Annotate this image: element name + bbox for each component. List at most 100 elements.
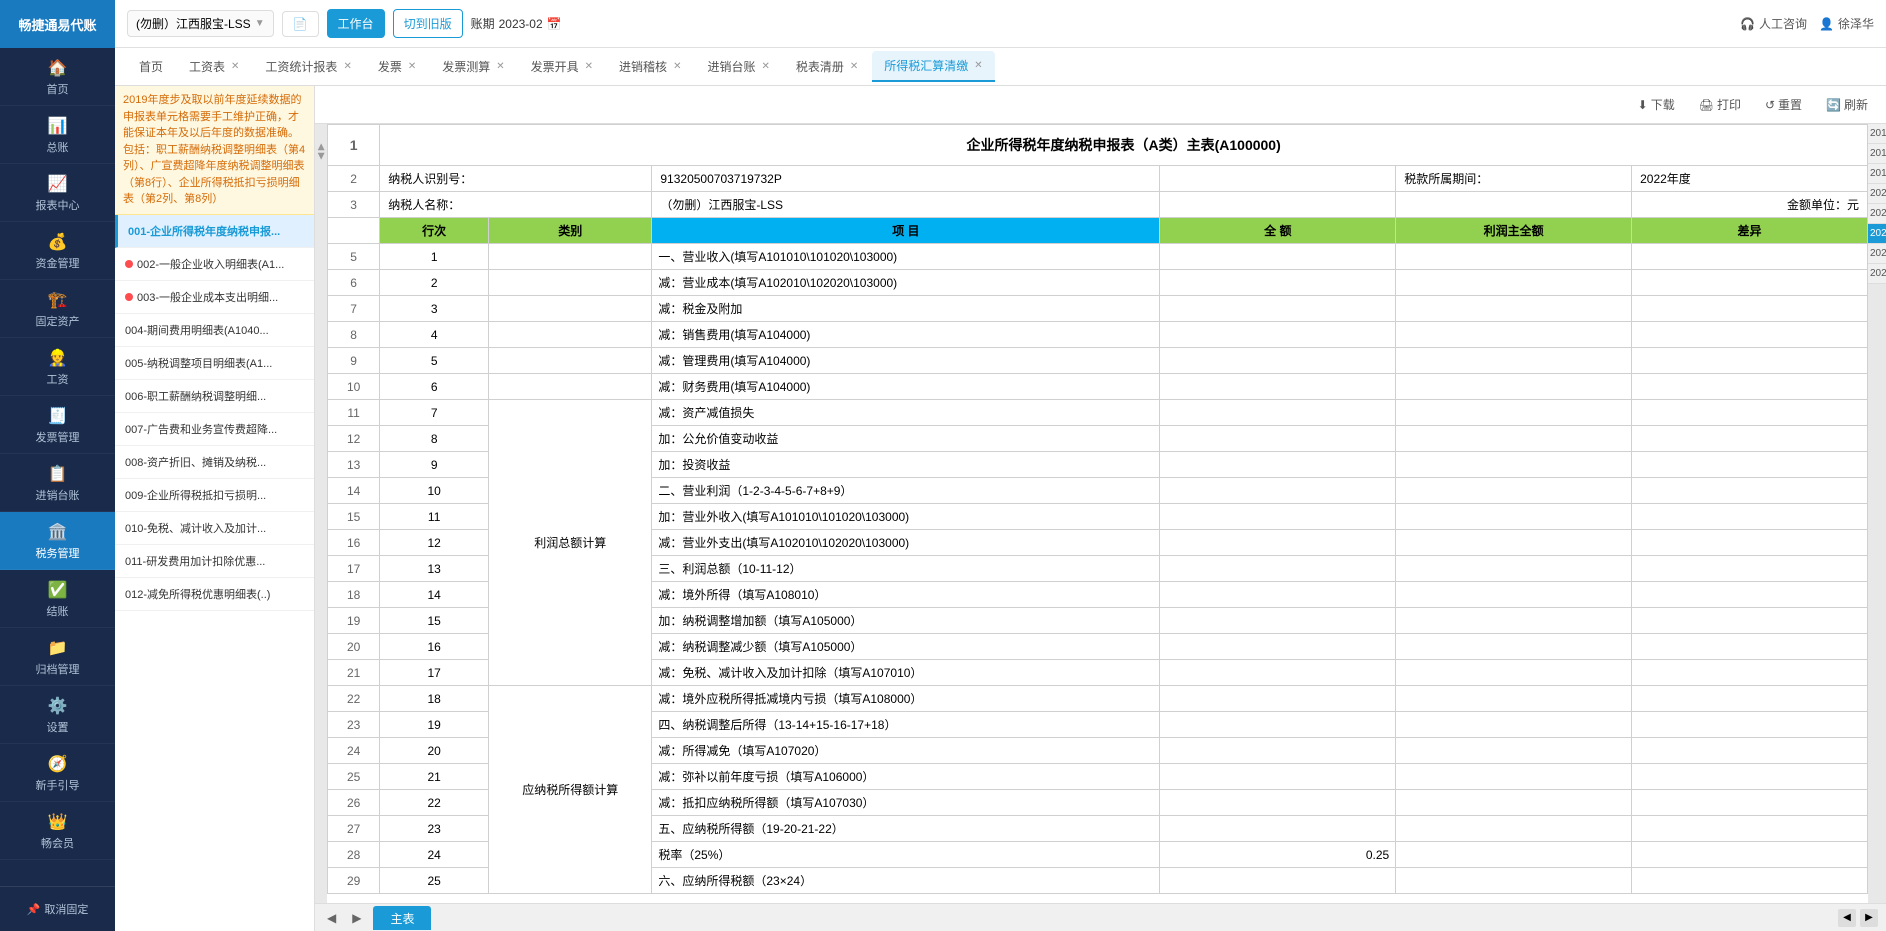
nav-tab-invoice_calc[interactable]: 发票测算✕ [430, 52, 516, 81]
val-f-3[interactable] [1632, 296, 1868, 322]
val-d-12[interactable] [1160, 530, 1396, 556]
scroll-left-btn[interactable]: ◀ [1838, 909, 1856, 927]
form-item-011[interactable]: 011-研发费用加计扣除优惠... [115, 545, 314, 578]
year-nav-2022[interactable]: 2022 [1868, 224, 1886, 244]
val-f-22[interactable] [1632, 790, 1868, 816]
next-sheet-btn[interactable]: ▶ [348, 909, 365, 927]
sidebar-item-assets[interactable]: 🏗️固定资产 [0, 280, 115, 338]
val-f-17[interactable] [1632, 660, 1868, 686]
tab-close-invoice_list[interactable]: ✕ [408, 61, 416, 72]
year-nav-2021[interactable]: 2021 [1868, 204, 1886, 224]
val-f-12[interactable] [1632, 530, 1868, 556]
val-f-6[interactable] [1632, 374, 1868, 400]
val-f-11[interactable] [1632, 504, 1868, 530]
user-service[interactable]: 🎧 人工咨询 [1740, 15, 1807, 32]
val-d-2[interactable] [1160, 270, 1396, 296]
val-d-17[interactable] [1160, 660, 1396, 686]
val-e-3[interactable] [1396, 296, 1632, 322]
scroll-right-btn[interactable]: ▶ [1860, 909, 1878, 927]
nav-tab-home[interactable]: 首页 [127, 52, 175, 81]
val-e-1[interactable] [1396, 244, 1632, 270]
nav-tab-payroll_stat[interactable]: 工资统计报表✕ [253, 52, 363, 81]
val-e-18[interactable] [1396, 686, 1632, 712]
val-e-16[interactable] [1396, 634, 1632, 660]
val-d-13[interactable] [1160, 556, 1396, 582]
pin-toggle[interactable]: 📌 取消固定 [0, 895, 115, 923]
val-f-1[interactable] [1632, 244, 1868, 270]
val-f-23[interactable] [1632, 816, 1868, 842]
form-item-003[interactable]: 003-一般企业成本支出明细... [115, 281, 314, 314]
val-e-23[interactable] [1396, 816, 1632, 842]
nav-tab-invoice_open[interactable]: 发票开具✕ [519, 52, 605, 81]
download-btn[interactable]: ⬇ 下载 [1632, 92, 1681, 117]
val-e-10[interactable] [1396, 478, 1632, 504]
val-d-24[interactable]: 0.25 [1160, 842, 1396, 868]
val-d-4[interactable] [1160, 322, 1396, 348]
val-f-7[interactable] [1632, 400, 1868, 426]
val-f-8[interactable] [1632, 426, 1868, 452]
val-d-23[interactable] [1160, 816, 1396, 842]
sidebar-item-reports[interactable]: 📈报表中心 [0, 164, 115, 222]
reset-btn[interactable]: ↺ 重置 [1759, 92, 1808, 117]
val-d-15[interactable] [1160, 608, 1396, 634]
form-item-001[interactable]: 001-企业所得税年度纳税申报... [115, 215, 314, 248]
sidebar-item-tax[interactable]: 🏛️税务管理 [0, 512, 115, 570]
sheet-content[interactable]: 1企业所得税年度纳税申报表（A类）主表(A100000)2纳税人识别号：9132… [327, 124, 1868, 903]
form-item-009[interactable]: 009-企业所得税抵扣亏损明... [115, 479, 314, 512]
val-f-20[interactable] [1632, 738, 1868, 764]
val-f-14[interactable] [1632, 582, 1868, 608]
nav-tab-income_tax[interactable]: 所得税汇算清缴✕ [872, 51, 994, 82]
val-f-25[interactable] [1632, 868, 1868, 894]
val-d-1[interactable] [1160, 244, 1396, 270]
switch-old-btn[interactable]: 切到旧版 [393, 9, 463, 38]
val-d-6[interactable] [1160, 374, 1396, 400]
sidebar-item-home[interactable]: 🏠首页 [0, 48, 115, 106]
val-e-12[interactable] [1396, 530, 1632, 556]
form-item-006[interactable]: 006-职工薪酬纳税调整明细... [115, 380, 314, 413]
year-nav-2019[interactable]: 2019 [1868, 124, 1886, 144]
val-e-9[interactable] [1396, 452, 1632, 478]
sidebar-item-payroll[interactable]: 👷工资 [0, 338, 115, 396]
year-nav-2016[interactable]: 2016 [1868, 144, 1886, 164]
val-e-7[interactable] [1396, 400, 1632, 426]
sidebar-item-guide[interactable]: 🧭新手引导 [0, 744, 115, 802]
val-e-15[interactable] [1396, 608, 1632, 634]
val-e-11[interactable] [1396, 504, 1632, 530]
val-d-5[interactable] [1160, 348, 1396, 374]
year-nav-2020[interactable]: 2020 [1868, 184, 1886, 204]
sidebar-item-invoice[interactable]: 🧾发票管理 [0, 396, 115, 454]
tab-close-payroll[interactable]: ✕ [231, 61, 239, 72]
sidebar-item-archive[interactable]: 📁归档管理 [0, 628, 115, 686]
val-e-20[interactable] [1396, 738, 1632, 764]
tab-close-invoice_open[interactable]: ✕ [585, 61, 593, 72]
sidebar-item-sales[interactable]: 📋进销台账 [0, 454, 115, 512]
val-f-9[interactable] [1632, 452, 1868, 478]
tab-close-payroll_stat[interactable]: ✕ [343, 61, 351, 72]
val-d-25[interactable] [1160, 868, 1396, 894]
print-btn[interactable]: 📄 [282, 11, 319, 37]
val-e-25[interactable] [1396, 868, 1632, 894]
year-nav-2023[interactable]: 2023 [1868, 244, 1886, 264]
form-item-008[interactable]: 008-资产折旧、摊销及纳税... [115, 446, 314, 479]
sidebar-item-settings[interactable]: ⚙️设置 [0, 686, 115, 744]
sidebar-item-member[interactable]: 👑畅会员 [0, 802, 115, 860]
year-nav-2024[interactable]: 2024 [1868, 264, 1886, 284]
form-item-007[interactable]: 007-广告费和业务宣传费超降... [115, 413, 314, 446]
val-f-13[interactable] [1632, 556, 1868, 582]
val-e-2[interactable] [1396, 270, 1632, 296]
val-e-5[interactable] [1396, 348, 1632, 374]
form-item-010[interactable]: 010-免税、减计收入及加计... [115, 512, 314, 545]
val-d-16[interactable] [1160, 634, 1396, 660]
val-f-18[interactable] [1632, 686, 1868, 712]
nav-tab-sales_check[interactable]: 进销稽核✕ [607, 52, 693, 81]
workbench-btn[interactable]: 工作台 [327, 9, 385, 38]
company-selector[interactable]: (勿删）江西服宝-LSS ▼ [127, 10, 274, 37]
tab-close-sales_ledger[interactable]: ✕ [761, 61, 769, 72]
form-item-002[interactable]: 002-一般企业收入明细表(A1... [115, 248, 314, 281]
val-d-9[interactable] [1160, 452, 1396, 478]
val-f-21[interactable] [1632, 764, 1868, 790]
val-f-24[interactable] [1632, 842, 1868, 868]
form-item-004[interactable]: 004-期间费用明细表(A1040... [115, 314, 314, 347]
sidebar-item-fund[interactable]: 💰资金管理 [0, 222, 115, 280]
val-d-8[interactable] [1160, 426, 1396, 452]
